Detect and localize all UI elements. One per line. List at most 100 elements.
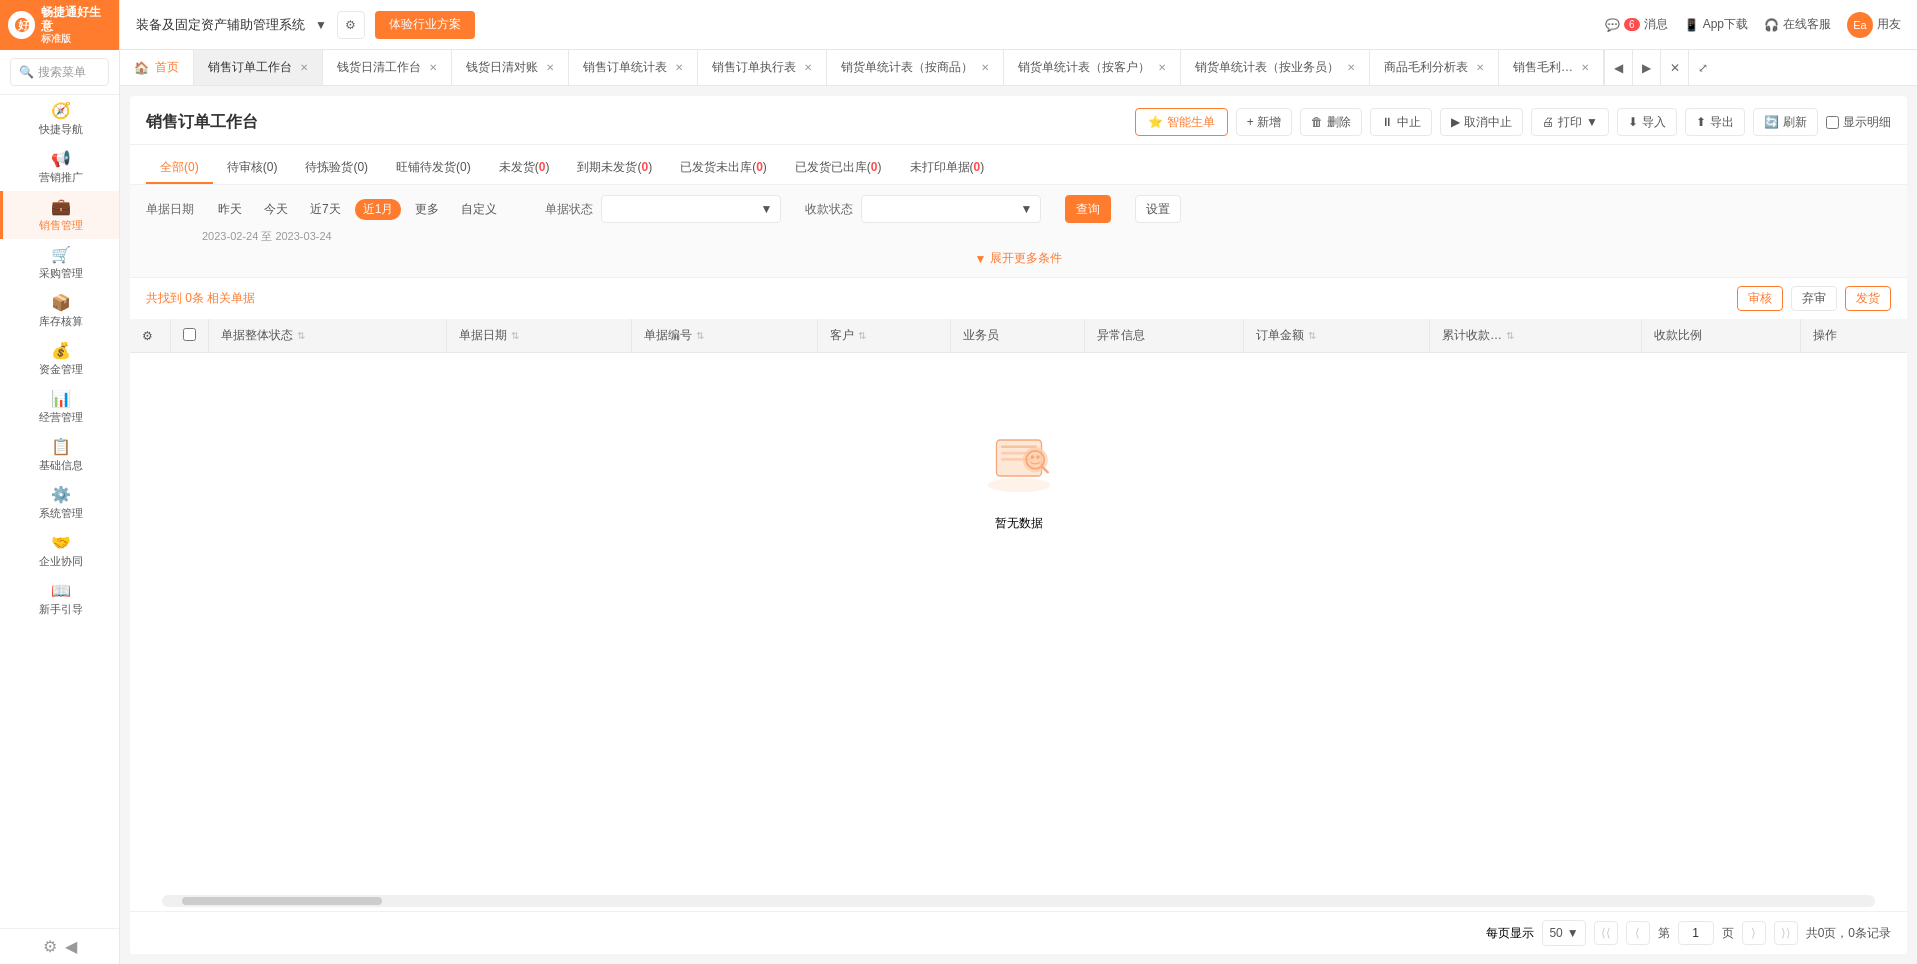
sub-tab-pending-audit[interactable]: 待审核(0) <box>213 153 292 184</box>
topbar-settings-button[interactable]: ⚙ <box>337 11 365 39</box>
deliver-button[interactable]: 发货 <box>1845 286 1891 311</box>
filter-settings-button[interactable]: 设置 <box>1135 195 1181 223</box>
th-salesman: 业务员 <box>951 319 1084 353</box>
tab-sales-stats-close[interactable]: ✕ <box>675 62 683 73</box>
tab-daily-clear-close[interactable]: ✕ <box>429 62 437 73</box>
tab-shipment-by-product[interactable]: 销货单统计表（按商品） ✕ <box>827 50 1004 86</box>
sidebar-item-inventory[interactable]: 📦 库存核算 <box>0 287 119 335</box>
sub-tab-overdue-unshipped[interactable]: 到期未发货(0) <box>563 153 666 184</box>
sort-number[interactable]: 单据编号 ⇅ <box>644 327 805 344</box>
tab-sales-gross[interactable]: 销售毛利… ✕ <box>1499 50 1604 86</box>
tab-gross-profit[interactable]: 商品毛利分析表 ✕ <box>1370 50 1499 86</box>
suspend-button[interactable]: ⏸ 中止 <box>1370 108 1432 136</box>
sidebar-item-finance[interactable]: 💰 资金管理 <box>0 335 119 383</box>
sub-tab-shipped-out[interactable]: 已发货已出库(0) <box>781 153 896 184</box>
tab-shipment-by-salesman[interactable]: 销货单统计表（按业务员） ✕ <box>1181 50 1370 86</box>
industry-solution-button[interactable]: 体验行业方案 <box>375 11 475 39</box>
tab-sales-stats[interactable]: 销售订单统计表 ✕ <box>569 50 698 86</box>
system-dropdown[interactable]: ▼ <box>315 18 327 32</box>
tab-sales-exec-close[interactable]: ✕ <box>804 62 812 73</box>
shortcut-custom[interactable]: 自定义 <box>453 199 505 220</box>
import-button[interactable]: ⬇ 导入 <box>1617 108 1677 136</box>
per-page-select[interactable]: 50 ▼ <box>1542 920 1585 946</box>
query-button[interactable]: 查询 <box>1065 195 1111 223</box>
sort-order-amount[interactable]: 订单金额 ⇅ <box>1256 327 1417 344</box>
sort-status[interactable]: 单据整体状态 ⇅ <box>221 327 434 344</box>
shortcut-today[interactable]: 今天 <box>256 199 296 220</box>
sidebar-collapse-icon[interactable]: ◀ <box>65 937 77 956</box>
horizontal-scrollbar[interactable] <box>162 895 1875 907</box>
tab-shipment-product-close[interactable]: ✕ <box>981 62 989 73</box>
tab-sales-order-workbench[interactable]: 销售订单工作台 ✕ <box>194 50 323 86</box>
search-menu-button[interactable]: 🔍 搜索菜单 <box>10 58 109 86</box>
sub-tab-unshipped[interactable]: 未发货(0) <box>485 153 564 184</box>
new-button[interactable]: + 新增 <box>1236 108 1292 136</box>
tab-daily-reconcile-close[interactable]: ✕ <box>546 62 554 73</box>
sidebar-item-system[interactable]: ⚙️ 系统管理 <box>0 479 119 527</box>
tab-daily-reconcile[interactable]: 钱货日清对账 ✕ <box>452 50 569 86</box>
sort-date[interactable]: 单据日期 ⇅ <box>459 327 620 344</box>
sidebar-item-tutorial[interactable]: 📖 新手引导 <box>0 575 119 623</box>
sub-tab-shipped-not-out[interactable]: 已发货未出库(0) <box>666 153 781 184</box>
user-menu[interactable]: Ea 用友 <box>1847 12 1901 38</box>
last-page-button[interactable]: ⟩⟩ <box>1774 921 1798 945</box>
tab-shipment-salesman-close[interactable]: ✕ <box>1347 62 1355 73</box>
shortcut-more[interactable]: 更多 <box>407 199 447 220</box>
tab-gross-profit-close[interactable]: ✕ <box>1476 62 1484 73</box>
tab-sales-order-close[interactable]: ✕ <box>300 62 308 73</box>
message-button[interactable]: 💬 6 消息 <box>1605 16 1668 33</box>
tab-shipment-by-customer[interactable]: 销货单统计表（按客户） ✕ <box>1004 50 1181 86</box>
app-download-button[interactable]: 📱 App下载 <box>1684 16 1748 33</box>
show-detail-input[interactable] <box>1826 116 1839 129</box>
tabs-prev-button[interactable]: ◀ <box>1604 50 1632 86</box>
export-button[interactable]: ⬆ 导出 <box>1685 108 1745 136</box>
tab-shipment-customer-close[interactable]: ✕ <box>1158 62 1166 73</box>
sidebar-settings-icon[interactable]: ⚙ <box>43 937 57 956</box>
shortcut-1month[interactable]: 近1月 <box>355 199 402 220</box>
expand-filters-button[interactable]: ▼ 展开更多条件 <box>975 250 1063 267</box>
sub-tab-all[interactable]: 全部(0) <box>146 153 213 184</box>
tab-daily-clear-workbench[interactable]: 钱货日清工作台 ✕ <box>323 50 452 86</box>
smart-generate-button[interactable]: ⭐ 智能生单 <box>1135 108 1228 136</box>
settings-icon[interactable]: ⚙ <box>142 329 153 343</box>
first-page-button[interactable]: ⟨⟨ <box>1594 921 1618 945</box>
sort-customer[interactable]: 客户 ⇅ <box>830 327 938 344</box>
delete-button[interactable]: 🗑 删除 <box>1300 108 1362 136</box>
page-input[interactable] <box>1678 921 1714 945</box>
payment-filter-select[interactable]: ▼ <box>861 195 1041 223</box>
shortcut-7days[interactable]: 近7天 <box>302 199 349 220</box>
sidebar-item-sales[interactable]: 💼 销售管理 <box>0 191 119 239</box>
tabs-close-button[interactable]: ✕ <box>1660 50 1688 86</box>
refresh-button[interactable]: 🔄 刷新 <box>1753 108 1818 136</box>
tab-sales-exec[interactable]: 销售订单执行表 ✕ <box>698 50 827 86</box>
status-filter-select[interactable]: ▼ <box>601 195 781 223</box>
sidebar-item-marketing[interactable]: 📢 营销推广 <box>0 143 119 191</box>
sub-tab-unprinted[interactable]: 未打印单据(0) <box>896 153 999 184</box>
sidebar-item-basic-info[interactable]: 📋 基础信息 <box>0 431 119 479</box>
sidebar-item-collaboration[interactable]: 🤝 企业协同 <box>0 527 119 575</box>
next-page-button[interactable]: ⟩ <box>1742 921 1766 945</box>
anti-audit-button[interactable]: 弃审 <box>1791 286 1837 311</box>
prev-page-button[interactable]: ⟨ <box>1626 921 1650 945</box>
tabs-next-button[interactable]: ▶ <box>1632 50 1660 86</box>
sub-tab-wangpu-pending[interactable]: 旺铺待发货(0) <box>382 153 485 184</box>
sidebar-item-purchase[interactable]: 🛒 采购管理 <box>0 239 119 287</box>
table-scroll[interactable]: ⚙ 单据整体状态 ⇅ <box>130 319 1907 891</box>
tabs-maximize-button[interactable]: ⤢ <box>1688 50 1716 86</box>
print-button[interactable]: 🖨 打印 ▼ <box>1531 108 1609 136</box>
audit-button[interactable]: 审核 <box>1737 286 1783 311</box>
online-service-button[interactable]: 🎧 在线客服 <box>1764 16 1831 33</box>
shortcut-yesterday[interactable]: 昨天 <box>210 199 250 220</box>
show-detail-checkbox[interactable]: 显示明细 <box>1826 114 1891 131</box>
sort-collected[interactable]: 累计收款… ⇅ <box>1442 327 1629 344</box>
select-all-checkbox[interactable] <box>183 328 196 341</box>
sidebar-item-operations[interactable]: 📊 经营管理 <box>0 383 119 431</box>
cancel-suspend-button[interactable]: ▶ 取消中止 <box>1440 108 1523 136</box>
scrollbar-thumb[interactable] <box>182 897 382 905</box>
sidebar-item-quick-nav[interactable]: 🧭 快捷导航 <box>0 95 119 143</box>
svg-point-11 <box>1036 455 1040 459</box>
tab-sales-gross-close[interactable]: ✕ <box>1581 62 1589 73</box>
sub-tab-pending-pick[interactable]: 待拣验货(0) <box>291 153 382 184</box>
tab-home[interactable]: 🏠 首页 <box>120 50 194 86</box>
page-label: 第 <box>1658 925 1670 942</box>
